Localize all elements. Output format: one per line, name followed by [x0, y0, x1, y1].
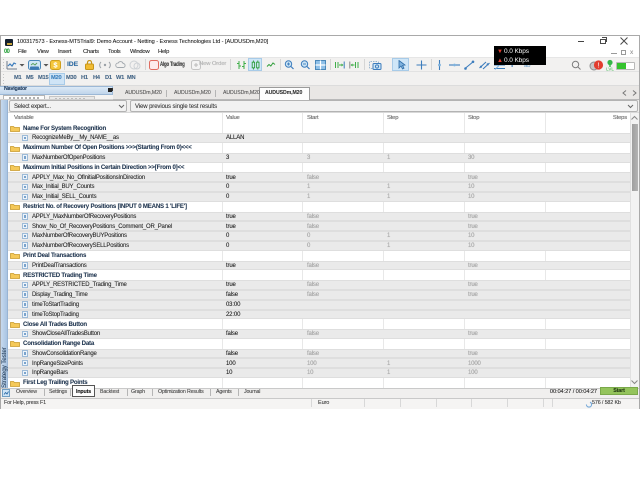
svg-text:LVL: LVL — [606, 67, 614, 72]
svg-text:!: ! — [598, 63, 600, 70]
